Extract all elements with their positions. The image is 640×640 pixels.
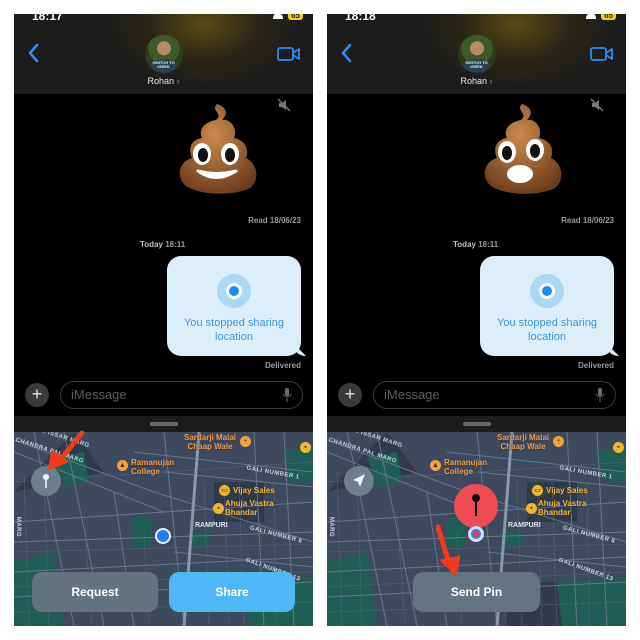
apps-plus-button[interactable]: + (338, 383, 362, 407)
conversation-header: 18:17 65 SWITCH TO iGEEK Rohan › (14, 14, 313, 94)
battery-icon: 65 (288, 14, 303, 20)
location-message-bubble[interactable]: You stopped sharing location (480, 256, 614, 356)
current-location-button[interactable] (344, 466, 374, 496)
area-label-rampuri: RAMPURI (508, 522, 541, 529)
status-time: 18:17 (32, 14, 63, 23)
conversation-header: 18:18 65 SWITCH TO iGEEK Rohan › (327, 14, 626, 94)
imessage-input[interactable]: iMessage (373, 381, 616, 409)
message-timestamp: Today 18:11 (140, 240, 185, 249)
shopping-bag-icon[interactable]: ▪ (213, 503, 224, 514)
poi-label-sardarji[interactable]: Sardarji Malai Chaap Wale (497, 433, 549, 451)
poi-label-ahuja[interactable]: Ahuja Vastra Bhandar (225, 499, 273, 517)
facetime-video-icon[interactable] (590, 46, 614, 62)
screenshot-panel-left: 18:17 65 SWITCH TO iGEEK Rohan › Read 18… (14, 14, 313, 626)
share-location-button[interactable]: Share (169, 572, 295, 612)
battery-icon: 65 (601, 14, 616, 20)
contact-avatar[interactable]: SWITCH TO iGEEK (144, 35, 183, 73)
sheet-grabber[interactable] (149, 422, 178, 426)
request-location-button[interactable]: Request (32, 572, 158, 612)
pin-icon (472, 494, 480, 516)
poi-label-sardarji[interactable]: Sardarji Malai Chaap Wale (184, 433, 236, 451)
back-chevron-icon[interactable] (26, 42, 42, 64)
screenshot-panel-right: 18:18 65 SWITCH TO iGEEK Rohan › Read 18… (327, 14, 626, 626)
poi-label-ahuja[interactable]: Ahuja Vastra Bhandar (538, 499, 586, 517)
contact-name[interactable]: Rohan › (327, 76, 626, 86)
poi-label-ramanujan[interactable]: Ramanujan College (131, 458, 174, 476)
contact-name[interactable]: Rohan › (14, 76, 313, 86)
sheet-drag-handle-bar[interactable] (14, 416, 313, 432)
apps-plus-button[interactable]: + (25, 383, 49, 407)
school-icon[interactable]: ▲ (430, 460, 441, 471)
message-timestamp: Today 18:11 (453, 240, 498, 249)
status-time: 18:18 (345, 14, 376, 23)
bubble-text: You stopped sharing location (497, 317, 597, 343)
timestamp-time: 18:11 (478, 240, 499, 249)
drop-pin-button[interactable] (31, 466, 61, 496)
area-label-rampuri: RAMPURI (195, 522, 228, 529)
microphone-icon[interactable] (282, 388, 292, 402)
street-label: MARG (328, 516, 335, 538)
poi-label-vijay[interactable]: Vijay Sales (546, 486, 588, 495)
poi-label-vijay[interactable]: Vijay Sales (233, 486, 275, 495)
restaurant-icon[interactable]: ⑂ (553, 436, 564, 447)
location-dot-icon (217, 274, 251, 308)
location-dot-icon (530, 274, 564, 308)
imessage-input[interactable]: iMessage (60, 381, 303, 409)
contact-name-text: Rohan (460, 76, 487, 86)
chevron-right-icon: › (489, 76, 493, 86)
facetime-video-icon[interactable] (277, 46, 301, 62)
chevron-right-icon: › (176, 76, 180, 86)
speaker-muted-icon[interactable] (590, 98, 604, 112)
wifi-icon (273, 14, 284, 19)
shopping-bag-icon[interactable]: ▪ (526, 503, 537, 514)
speaker-muted-icon[interactable] (277, 98, 291, 112)
current-location-dot (155, 528, 171, 544)
memoji-poop-surprised (484, 104, 562, 194)
read-receipt: Read 18/06/23 (561, 216, 614, 225)
contact-avatar[interactable]: SWITCH TO iGEEK (457, 35, 496, 73)
electronics-store-icon[interactable]: ▭ (219, 485, 230, 496)
shopping-bag-icon[interactable]: ▪ (613, 442, 624, 453)
send-pin-button[interactable]: Send Pin (413, 572, 540, 612)
imessage-placeholder: iMessage (71, 387, 127, 402)
timestamp-day: Today (453, 240, 476, 249)
restaurant-icon[interactable]: ⑂ (240, 436, 251, 447)
pin-icon (43, 474, 49, 488)
status-indicators: 65 (586, 14, 616, 20)
location-message-bubble[interactable]: You stopped sharing location (167, 256, 301, 356)
street-label: MARG (15, 516, 22, 538)
microphone-icon[interactable] (595, 388, 605, 402)
memoji-poop-smiling (179, 104, 257, 194)
poi-label-ramanujan[interactable]: Ramanujan College (444, 458, 487, 476)
sheet-grabber[interactable] (462, 422, 491, 426)
shopping-bag-icon[interactable]: ▪ (300, 442, 311, 453)
avatar-shirt-text: SWITCH TO iGEEK (463, 59, 490, 73)
wifi-icon (586, 14, 597, 19)
sheet-drag-handle-bar[interactable] (327, 416, 626, 432)
dropped-pin-marker[interactable] (454, 484, 498, 530)
timestamp-time: 18:11 (165, 240, 186, 249)
delivered-status: Delivered (264, 361, 301, 370)
electronics-store-icon[interactable]: ▭ (532, 485, 543, 496)
back-chevron-icon[interactable] (339, 42, 355, 64)
location-arrow-icon (353, 474, 365, 487)
avatar-shirt-text: SWITCH TO iGEEK (150, 59, 177, 73)
imessage-placeholder: iMessage (384, 387, 440, 402)
bubble-text: You stopped sharing location (184, 317, 284, 343)
delivered-status: Delivered (577, 361, 614, 370)
read-receipt: Read 18/06/23 (248, 216, 301, 225)
status-indicators: 65 (273, 14, 303, 20)
contact-name-text: Rohan (147, 76, 174, 86)
school-icon[interactable]: ▲ (117, 460, 128, 471)
pin-location-target (468, 526, 484, 542)
timestamp-day: Today (140, 240, 163, 249)
